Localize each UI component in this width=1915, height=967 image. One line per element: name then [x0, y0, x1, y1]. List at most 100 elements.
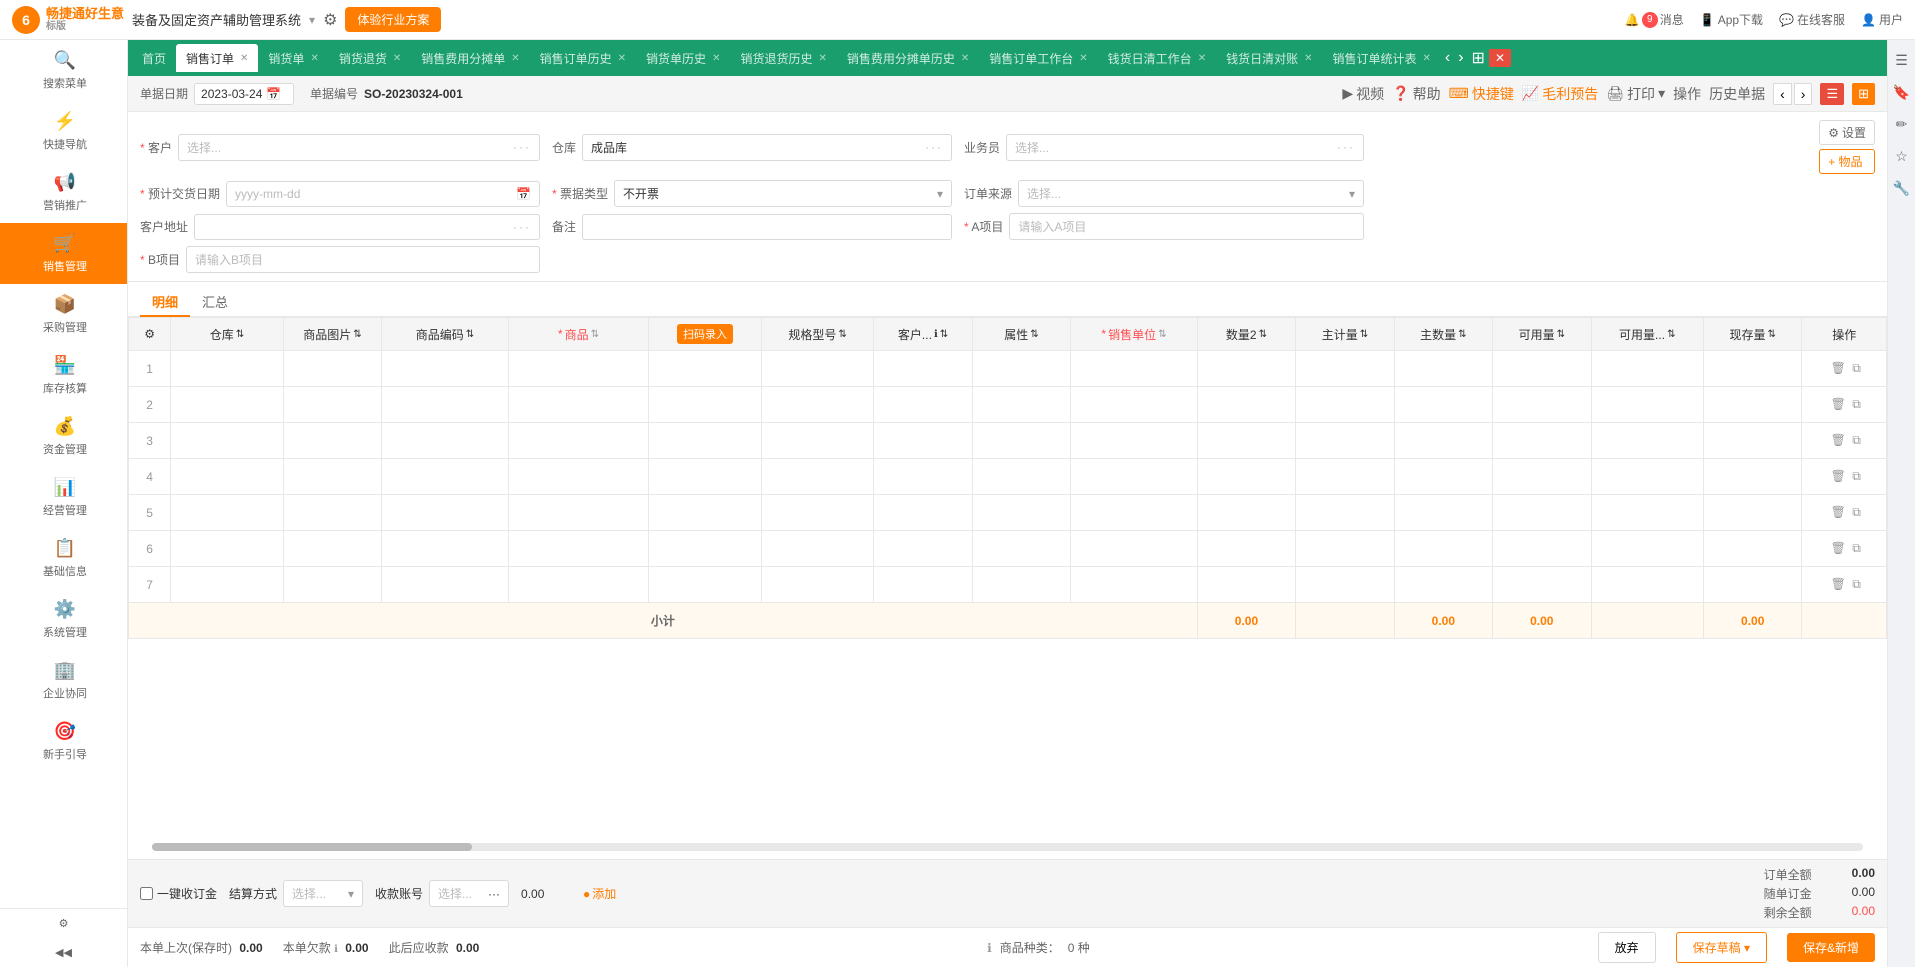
tab-detail[interactable]: 明细	[140, 288, 190, 317]
row-7-customer-code[interactable]	[874, 567, 972, 603]
row-4-goods[interactable]	[508, 459, 649, 495]
sidebar-item-guide[interactable]: 🎯 新手引导	[0, 711, 127, 772]
row-6-scan[interactable]	[649, 531, 762, 567]
tab-sales-refund-history[interactable]: 销货退货历史 ✕	[730, 44, 836, 72]
tab-sales-order-workbench[interactable]: 销售订单工作台 ✕	[979, 44, 1097, 72]
address-input[interactable]: ···	[194, 214, 540, 240]
row-2-spec[interactable]	[761, 387, 874, 423]
one-click-deposit-checkbox[interactable]	[140, 887, 153, 900]
row-3-scan[interactable]	[649, 423, 762, 459]
row-3-delete-icon[interactable]: 🗑	[1831, 433, 1846, 447]
tab-sales-order[interactable]: 销售订单 ✕	[176, 44, 258, 72]
row-6-goods[interactable]	[508, 531, 649, 567]
row-1-spec[interactable]	[761, 351, 874, 387]
row-3-main-unit[interactable]	[1296, 423, 1394, 459]
rp-bookmark-icon[interactable]: 🔖	[1890, 80, 1914, 104]
row-5-code[interactable]	[382, 495, 509, 531]
row-1-image[interactable]	[283, 351, 381, 387]
delivery-date-input[interactable]: yyyy-mm-dd 📅	[226, 181, 540, 207]
row-6-spec[interactable]	[761, 531, 874, 567]
tab-close-refund-history[interactable]: ✕	[818, 53, 826, 64]
tab-cash-daily-workbench[interactable]: 钱货日清工作台 ✕	[1098, 44, 1216, 72]
settings-icon[interactable]: ⚙	[323, 10, 337, 30]
sidebar-item-enterprise[interactable]: 🏢 企业协同	[0, 650, 127, 711]
row-2-available1[interactable]	[1493, 387, 1591, 423]
row-6-unit[interactable]	[1071, 531, 1198, 567]
save-draft-btn[interactable]: 保存草稿 ▾	[1676, 932, 1767, 963]
row-5-available2[interactable]	[1591, 495, 1704, 531]
row-3-available1[interactable]	[1493, 423, 1591, 459]
row-6-available1[interactable]	[1493, 531, 1591, 567]
row-2-code[interactable]	[382, 387, 509, 423]
row-7-available1[interactable]	[1493, 567, 1591, 603]
row-4-scan[interactable]	[649, 459, 762, 495]
row-5-warehouse[interactable]	[171, 495, 284, 531]
tab-close-sales-refund[interactable]: ✕	[393, 53, 401, 64]
row-5-main-qty[interactable]	[1394, 495, 1492, 531]
th-available2[interactable]: 可用量...⇅	[1591, 318, 1704, 351]
tab-home[interactable]: 首页	[132, 44, 176, 72]
tab-close-order-history[interactable]: ✕	[618, 53, 626, 64]
tab-close-statistics[interactable]: ✕	[1423, 53, 1431, 64]
row-7-unit[interactable]	[1071, 567, 1198, 603]
row-1-copy-icon[interactable]: ⧉	[1852, 361, 1861, 375]
th-goods[interactable]: *商品 ⇅	[508, 318, 649, 351]
row-2-delete-icon[interactable]: 🗑	[1831, 397, 1846, 411]
row-7-scan[interactable]	[649, 567, 762, 603]
tab-sales-expense-split[interactable]: 销售费用分摊单 ✕	[411, 44, 529, 72]
row-5-main-unit[interactable]	[1296, 495, 1394, 531]
row-2-attrs[interactable]	[972, 387, 1070, 423]
row-1-main-unit[interactable]	[1296, 351, 1394, 387]
row-7-main-unit[interactable]	[1296, 567, 1394, 603]
view-btn[interactable]: ▶ 视频	[1342, 84, 1384, 104]
discard-btn[interactable]: 放弃	[1598, 932, 1656, 963]
row-1-unit[interactable]	[1071, 351, 1198, 387]
add-goods-btn[interactable]: + 物品	[1819, 149, 1875, 174]
tab-close-expense-history[interactable]: ✕	[961, 53, 969, 64]
row-5-image[interactable]	[283, 495, 381, 531]
row-7-available2[interactable]	[1591, 567, 1704, 603]
row-3-qty2[interactable]	[1197, 423, 1295, 459]
tab-expand-btn[interactable]: ⊞	[1468, 48, 1489, 68]
sidebar-item-sales[interactable]: 🛒 销售管理	[0, 223, 127, 284]
row-4-spec[interactable]	[761, 459, 874, 495]
row-1-scan[interactable]	[649, 351, 762, 387]
row-4-main-unit[interactable]	[1296, 459, 1394, 495]
row-6-main-qty[interactable]	[1394, 531, 1492, 567]
settings-btn[interactable]: ⚙ 设置	[1819, 120, 1875, 145]
customer-input[interactable]: 选择... ···	[178, 134, 540, 161]
row-4-warehouse[interactable]	[171, 459, 284, 495]
row-6-copy-icon[interactable]: ⧉	[1852, 541, 1861, 555]
online-service-link[interactable]: 💬 在线客服	[1779, 11, 1845, 28]
save-new-btn[interactable]: 保存&新增	[1787, 933, 1875, 962]
tab-sales-return-history[interactable]: 销货单历史 ✕	[636, 44, 730, 72]
table-scrollbar[interactable]	[152, 843, 1863, 851]
tab-cash-reconcile[interactable]: 钱货日清对账 ✕	[1216, 44, 1322, 72]
prev-record-btn[interactable]: ‹	[1773, 83, 1792, 105]
list-view-btn[interactable]: ☰	[1820, 83, 1844, 105]
row-1-main-qty[interactable]	[1394, 351, 1492, 387]
tab-summary[interactable]: 汇总	[190, 288, 240, 317]
print-btn[interactable]: 🖨 打印 ▾	[1606, 84, 1665, 104]
row-1-warehouse[interactable]	[171, 351, 284, 387]
th-available1[interactable]: 可用量⇅	[1493, 318, 1591, 351]
row-7-stock[interactable]	[1704, 567, 1802, 603]
row-7-warehouse[interactable]	[171, 567, 284, 603]
sidebar-settings-btn[interactable]: ⚙	[0, 909, 127, 938]
th-code[interactable]: 商品编码⇅	[382, 318, 509, 351]
sidebar-item-base-info[interactable]: 📋 基础信息	[0, 528, 127, 589]
th-warehouse[interactable]: 仓库⇅	[171, 318, 284, 351]
rp-star-icon[interactable]: ☆	[1890, 144, 1914, 168]
row-3-attrs[interactable]	[972, 423, 1070, 459]
th-settings[interactable]: ⚙	[129, 318, 171, 351]
th-stock[interactable]: 现存量⇅	[1704, 318, 1802, 351]
row-5-stock[interactable]	[1704, 495, 1802, 531]
row-5-attrs[interactable]	[972, 495, 1070, 531]
b-project-input[interactable]: 请输入B项目	[186, 246, 540, 273]
row-6-main-unit[interactable]	[1296, 531, 1394, 567]
sidebar-item-quick-nav[interactable]: ⚡ 快捷导航	[0, 101, 127, 162]
sidebar-item-search[interactable]: 🔍 搜索菜单	[0, 40, 127, 101]
th-scan[interactable]: 扫码录入	[649, 318, 762, 351]
row-6-stock[interactable]	[1704, 531, 1802, 567]
row-1-delete-icon[interactable]: 🗑	[1831, 361, 1846, 375]
